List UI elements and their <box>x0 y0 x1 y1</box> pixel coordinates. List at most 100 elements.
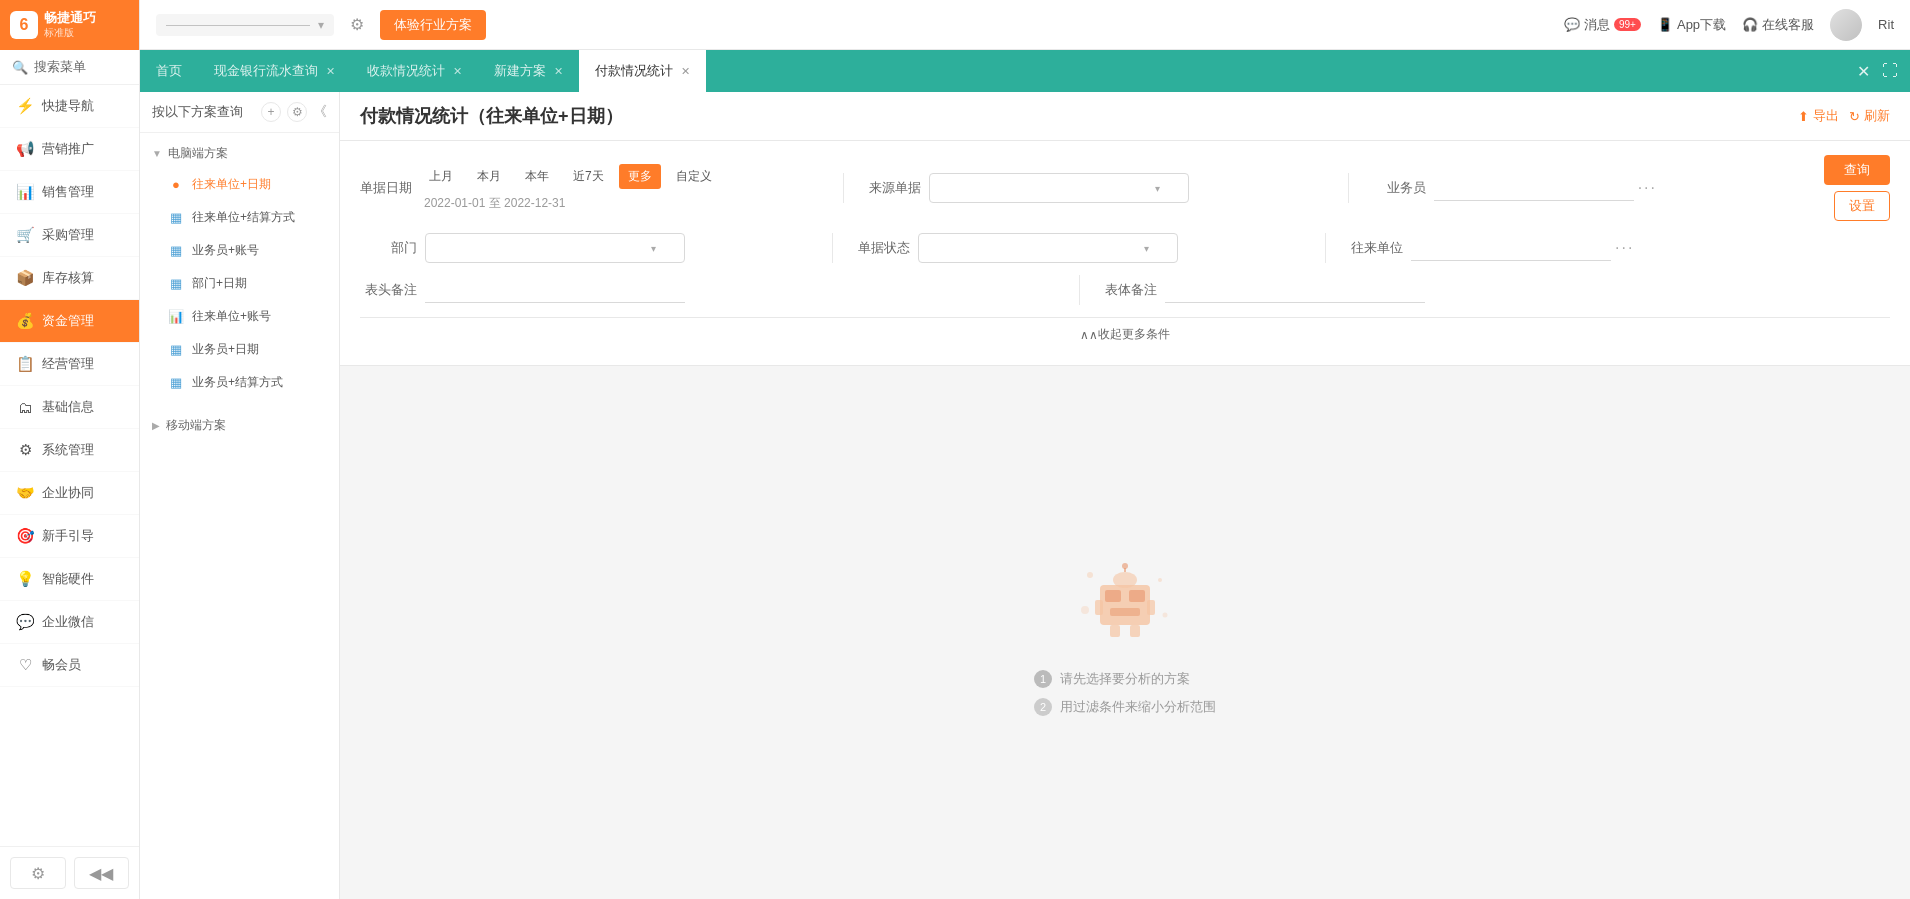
sidebar-item-enterprise[interactable]: 🤝 企业协同 <box>0 472 139 515</box>
tab-receipts[interactable]: 收款情况统计 ✕ <box>351 50 478 92</box>
scheme-panel: 按以下方案查询 + ⚙ 《 ▼ 电脑端方案 ● 往来单位+日期 ▦ <box>140 92 340 899</box>
svg-point-11 <box>1087 572 1093 578</box>
arrow-down-icon: ▼ <box>152 148 162 159</box>
tab-payment-stats[interactable]: 付款情况统计 ✕ <box>579 50 706 92</box>
mobile-icon: 📱 <box>1657 17 1673 32</box>
svg-rect-1 <box>1105 590 1121 602</box>
user-avatar[interactable] <box>1830 9 1862 41</box>
doc-status-label: 单据状态 <box>853 239 918 257</box>
date-this-month[interactable]: 本月 <box>468 164 510 189</box>
filter-group-body-note: 表体备注 <box>1100 278 1779 303</box>
scheme-group-desktop-toggle[interactable]: ▼ 电脑端方案 <box>140 139 339 168</box>
sidebar-item-system[interactable]: ⚙ 系统管理 <box>0 429 139 472</box>
sidebar-item-hardware[interactable]: 💡 智能硬件 <box>0 558 139 601</box>
sidebar-item-label: 资金管理 <box>42 312 94 330</box>
app-download-button[interactable]: 📱 App下载 <box>1657 16 1726 34</box>
filter-row-2: 部门 ▾ 单据状态 ▾ <box>360 233 1890 263</box>
scheme-item-partner-account[interactable]: 📊 往来单位+账号 <box>140 300 339 333</box>
query-button[interactable]: 查询 <box>1824 155 1890 185</box>
export-button[interactable]: ⬆ 导出 <box>1798 107 1839 125</box>
scheme-item-staff-date[interactable]: ▦ 业务员+日期 <box>140 333 339 366</box>
sidebar-settings-btn[interactable]: ⚙ <box>10 857 66 889</box>
partner-label: 往来单位 <box>1346 239 1411 257</box>
app-name: 畅捷通巧 <box>44 10 96 26</box>
partner-input[interactable] <box>1411 236 1611 261</box>
tab-actions: ✕ ⛶ <box>1845 58 1910 85</box>
date-this-year[interactable]: 本年 <box>516 164 558 189</box>
scheme-setting-button[interactable]: ⚙ <box>287 102 307 122</box>
fullscreen-button[interactable]: ⛶ <box>1878 58 1902 84</box>
sidebar-collapse-btn[interactable]: ◀◀ <box>74 857 130 889</box>
scheme-item-icon: ▦ <box>168 210 184 225</box>
tab-bank-flow[interactable]: 现金银行流水查询 ✕ <box>198 50 351 92</box>
scheme-group-mobile-toggle[interactable]: ▶ 移动端方案 <box>140 411 339 440</box>
search-label: 搜索菜单 <box>34 58 86 76</box>
vip-icon: ♡ <box>16 656 34 674</box>
address-bar[interactable]: ———————————— ▾ <box>156 14 334 36</box>
filter-group-dept: 部门 ▾ <box>360 233 792 263</box>
settings-button[interactable]: 设置 <box>1834 191 1890 221</box>
date-label: 单据日期 <box>360 179 420 197</box>
tab-home[interactable]: 首页 <box>140 50 198 92</box>
trial-button[interactable]: 体验行业方案 <box>380 10 486 40</box>
search-icon: 🔍 <box>12 60 28 75</box>
close-all-tabs-button[interactable]: ✕ <box>1853 58 1874 85</box>
source-label: 来源单据 <box>864 179 929 197</box>
avatar-image <box>1830 9 1862 41</box>
scheme-item-staff-settle[interactable]: ▦ 业务员+结算方式 <box>140 366 339 399</box>
tab-new-scheme[interactable]: 新建方案 ✕ <box>478 50 579 92</box>
date-custom[interactable]: 自定义 <box>667 164 721 189</box>
sidebar-item-capital[interactable]: 💰 资金管理 <box>0 300 139 343</box>
dropdown-icon: ▾ <box>1155 183 1160 194</box>
scheme-item-partner-settle[interactable]: ▦ 往来单位+结算方式 <box>140 201 339 234</box>
sidebar-item-wechat[interactable]: 💬 企业微信 <box>0 601 139 644</box>
doc-status-select[interactable]: ▾ <box>918 233 1178 263</box>
sidebar-item-purchase[interactable]: 🛒 采购管理 <box>0 214 139 257</box>
scheme-item-staff-account[interactable]: ▦ 业务员+账号 <box>140 234 339 267</box>
sidebar-item-quick-nav[interactable]: ⚡ 快捷导航 <box>0 85 139 128</box>
collapse-label: 收起更多条件 <box>1098 326 1170 343</box>
body-note-input[interactable] <box>1165 278 1425 303</box>
collapse-conditions-button[interactable]: ∧∧ 收起更多条件 <box>360 317 1890 351</box>
app-download-label: App下载 <box>1677 16 1726 34</box>
source-select[interactable]: ▾ <box>929 173 1189 203</box>
search-menu[interactable]: 🔍 搜索菜单 <box>0 50 139 85</box>
tab-bank-flow-close[interactable]: ✕ <box>326 65 335 78</box>
date-last-month[interactable]: 上月 <box>420 164 462 189</box>
dropdown-icon3: ▾ <box>1144 243 1149 254</box>
sidebar-item-guide[interactable]: 🎯 新手引导 <box>0 515 139 558</box>
messages-button[interactable]: 💬 消息 99+ <box>1564 16 1641 34</box>
scheme-add-button[interactable]: + <box>261 102 281 122</box>
tab-payment-stats-close[interactable]: ✕ <box>681 65 690 78</box>
staff-label: 业务员 <box>1369 179 1434 197</box>
tab-new-scheme-close[interactable]: ✕ <box>554 65 563 78</box>
refresh-label: 刷新 <box>1864 107 1890 125</box>
scheme-group-mobile-label: 移动端方案 <box>166 417 226 434</box>
sidebar-item-inventory[interactable]: 📦 库存核算 <box>0 257 139 300</box>
sidebar-item-business[interactable]: 📋 经营管理 <box>0 343 139 386</box>
wechat-icon: 💬 <box>16 613 34 631</box>
sidebar-item-basic[interactable]: 🗂 基础信息 <box>0 386 139 429</box>
refresh-icon: ↻ <box>1849 109 1860 124</box>
online-service-button[interactable]: 🎧 在线客服 <box>1742 16 1814 34</box>
tab-receipts-close[interactable]: ✕ <box>453 65 462 78</box>
scheme-item-partner-date[interactable]: ● 往来单位+日期 <box>140 168 339 201</box>
right-panel: 付款情况统计（往来单位+日期） ⬆ 导出 ↻ 刷新 <box>340 92 1910 899</box>
date-last-7[interactable]: 近7天 <box>564 164 613 189</box>
header-note-input[interactable] <box>425 278 685 303</box>
refresh-button[interactable]: ↻ 刷新 <box>1849 107 1890 125</box>
staff-more-button[interactable] <box>1634 177 1661 199</box>
scheme-collapse-button[interactable]: 《 <box>313 103 327 121</box>
staff-input[interactable] <box>1434 176 1634 201</box>
date-more[interactable]: 更多 <box>619 164 661 189</box>
basic-icon: 🗂 <box>16 399 34 416</box>
gear-icon[interactable]: ⚙ <box>346 11 368 38</box>
sidebar-item-marketing[interactable]: 📢 营销推广 <box>0 128 139 171</box>
dept-select[interactable]: ▾ <box>425 233 685 263</box>
enterprise-icon: 🤝 <box>16 484 34 502</box>
scheme-item-dept-date[interactable]: ▦ 部门+日期 <box>140 267 339 300</box>
sidebar-item-vip[interactable]: ♡ 畅会员 <box>0 644 139 687</box>
partner-more-button[interactable] <box>1611 237 1638 259</box>
sidebar-item-sales[interactable]: 📊 销售管理 <box>0 171 139 214</box>
tab-bar: 首页 现金银行流水查询 ✕ 收款情况统计 ✕ 新建方案 ✕ 付款情况统计 ✕ ✕… <box>140 50 1910 92</box>
